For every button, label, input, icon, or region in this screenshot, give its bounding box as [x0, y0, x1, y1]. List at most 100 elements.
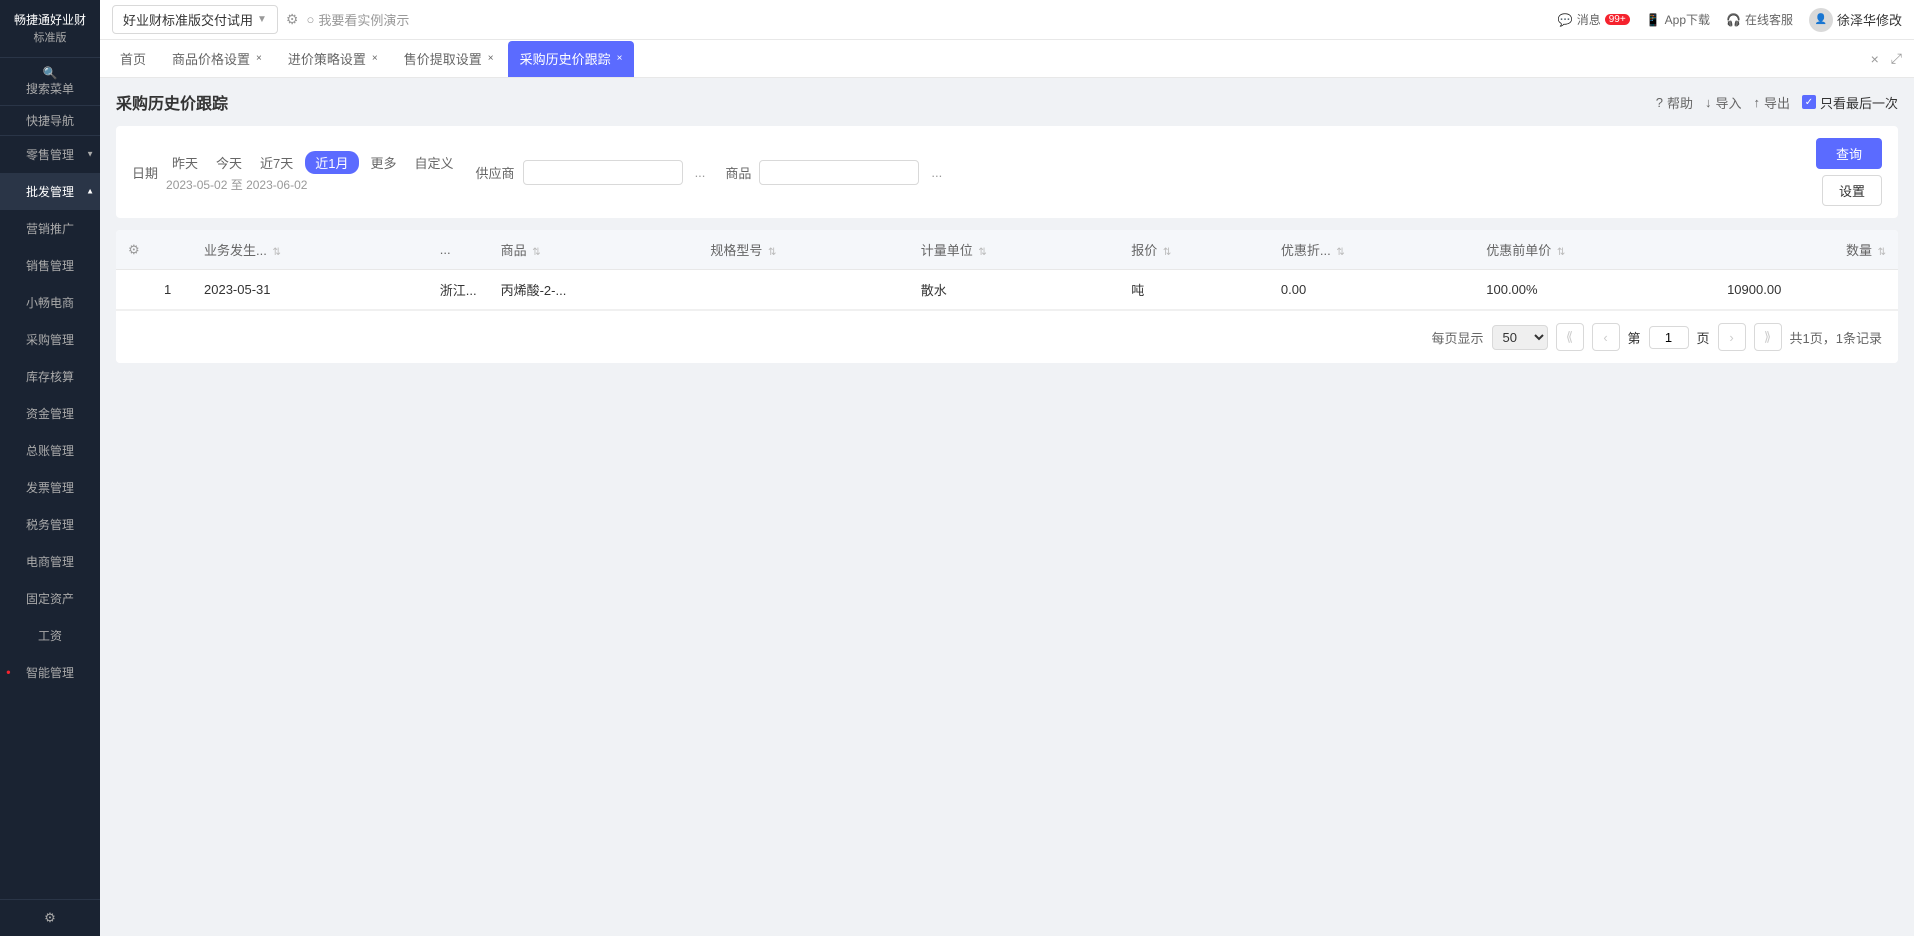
filter-settings-button[interactable]: 设置	[1822, 175, 1882, 206]
product-selector[interactable]: 好业财标准版交付试用 ▼	[112, 5, 278, 34]
sidebar-item-sales[interactable]: 销售管理	[0, 247, 100, 284]
first-page-btn[interactable]: ⟪	[1556, 323, 1584, 351]
product-name: 好业财标准版交付试用	[123, 10, 253, 29]
sidebar-item-purchase[interactable]: 采购管理	[0, 321, 100, 358]
app-name: 畅捷通好业财	[8, 12, 92, 29]
col-unit[interactable]: 计量单位 ⇅	[909, 230, 1119, 270]
date-option-last7[interactable]: 近7天	[254, 151, 299, 174]
supplier-input[interactable]	[523, 160, 683, 185]
expand-tab-btn[interactable]: ⤢	[1887, 48, 1906, 69]
close-sale-price-tab[interactable]: ×	[488, 53, 494, 64]
supplier-filter-item: 供应商 ...	[476, 160, 710, 185]
sidebar-item-marketing[interactable]: 营销推广	[0, 210, 100, 247]
sidebar-item-smart[interactable]: 智能管理	[0, 654, 100, 691]
sidebar-settings-icon[interactable]: ⚙	[0, 899, 100, 936]
page-number-input[interactable]	[1649, 326, 1689, 349]
date-option-last1month[interactable]: 近1月	[305, 151, 358, 174]
row-settings-cell	[116, 270, 152, 310]
col-quantity[interactable]: 数量 ⇅	[1715, 230, 1898, 270]
filter-actions: 查询 设置	[1816, 138, 1882, 206]
product-filter-item: 商品 ...	[725, 160, 946, 185]
app-logo: 畅捷通好业财 标准版	[0, 0, 100, 58]
tab-purchase-history[interactable]: 采购历史价跟踪 ×	[508, 41, 635, 77]
online-service-btn[interactable]: 🎧 在线客服	[1726, 11, 1793, 28]
demo-icon: ○	[306, 12, 314, 27]
tabs-actions: × ⤢	[1867, 48, 1906, 69]
sidebar-item-tax[interactable]: 税务管理	[0, 506, 100, 543]
col-business-date[interactable]: 业务发生... ⇅	[192, 230, 428, 270]
close-all-tabs-btn[interactable]: ×	[1867, 49, 1883, 69]
tab-purchase-strategy[interactable]: 进价策略设置 ×	[276, 41, 390, 77]
messages-btn[interactable]: 💬 消息 99+	[1558, 11, 1630, 28]
sidebar: 畅捷通好业财 标准版 🔍 搜索菜单 快捷导航 零售管理 批发管理 营销推广 销售…	[0, 0, 100, 936]
page-summary: 共1页，1条记录	[1790, 328, 1882, 347]
checkbox-checked-icon	[1802, 95, 1816, 109]
date-option-today[interactable]: 今天	[210, 151, 248, 174]
last-only-checkbox[interactable]: 只看最后一次	[1802, 93, 1898, 112]
last-page-btn[interactable]: ⟫	[1754, 323, 1782, 351]
product-dots[interactable]: ...	[927, 165, 946, 180]
col-settings-icon[interactable]: ⚙	[128, 242, 140, 257]
table-body: 1 2023-05-31 浙江... 丙烯酸-2-... 散水 吨 0.00 1…	[116, 270, 1898, 310]
col-pre-discount-price[interactable]: 优惠前单价 ⇅	[1474, 230, 1715, 270]
col-spec[interactable]: 规格型号 ⇅	[698, 230, 908, 270]
date-option-custom[interactable]: 自定义	[409, 151, 460, 174]
row-product-cell: 丙烯酸-2-...	[489, 270, 699, 310]
sidebar-item-quick-nav[interactable]: 快捷导航	[0, 106, 100, 136]
sidebar-item-fixed-assets[interactable]: 固定资产	[0, 580, 100, 617]
close-purchase-history-tab[interactable]: ×	[617, 53, 623, 64]
help-btn[interactable]: ? 帮助	[1656, 93, 1693, 112]
row-seq-cell: 1	[152, 270, 192, 310]
supplier-dots[interactable]: ...	[691, 165, 710, 180]
col-discount[interactable]: 优惠折... ⇅	[1269, 230, 1474, 270]
sidebar-item-search[interactable]: 🔍 搜索菜单	[0, 58, 100, 106]
page-label: 第	[1628, 328, 1641, 347]
row-pre-discount-price-cell: 10900.00	[1715, 270, 1898, 310]
page-unit: 页	[1697, 328, 1710, 347]
topbar-settings-icon[interactable]: ⚙	[286, 11, 299, 28]
app-download-btn[interactable]: 📱 App下载	[1646, 11, 1710, 28]
query-button[interactable]: 查询	[1816, 138, 1882, 169]
col-more[interactable]: ...	[428, 230, 489, 270]
pagination: 每页显示 50 20 100 ⟪ ‹ 第 页 › ⟫ 共1页，1条记录	[116, 310, 1898, 363]
next-page-btn[interactable]: ›	[1718, 323, 1746, 351]
product-input[interactable]	[759, 160, 919, 185]
row-supplier-cell: 浙江...	[428, 270, 489, 310]
close-price-settings-tab[interactable]: ×	[256, 53, 262, 64]
tab-price-settings[interactable]: 商品价格设置 ×	[160, 41, 274, 77]
sidebar-item-ecommerce[interactable]: 电商管理	[0, 543, 100, 580]
sort-icon-quantity: ⇅	[1878, 247, 1886, 258]
date-option-more[interactable]: 更多	[365, 151, 403, 174]
date-option-yesterday[interactable]: 昨天	[166, 151, 204, 174]
export-btn[interactable]: ↑ 导出	[1753, 93, 1790, 112]
sidebar-item-wholesale[interactable]: 批发管理	[0, 173, 100, 210]
row-date-cell: 2023-05-31	[192, 270, 428, 310]
table-header: ⚙ 业务发生... ⇅ ... 商品 ⇅	[116, 230, 1898, 270]
close-purchase-strategy-tab[interactable]: ×	[372, 53, 378, 64]
sort-icon-discount: ⇅	[1336, 247, 1344, 258]
col-seq	[152, 230, 192, 270]
col-price[interactable]: 报价 ⇅	[1119, 230, 1269, 270]
user-menu[interactable]: 👤 徐泽华修改	[1809, 8, 1902, 32]
sidebar-item-retail[interactable]: 零售管理	[0, 136, 100, 173]
sidebar-item-general-ledger[interactable]: 总账管理	[0, 432, 100, 469]
col-settings: ⚙	[116, 230, 152, 270]
app-edition: 标准版	[8, 29, 92, 45]
topbar-left: 好业财标准版交付试用 ▼ ⚙ ○ 我要看实例演示	[112, 5, 1558, 34]
tabs-bar: 首页 商品价格设置 × 进价策略设置 × 售价提取设置 × 采购历史价跟踪 × …	[100, 40, 1914, 78]
tab-home[interactable]: 首页	[108, 41, 158, 77]
import-btn[interactable]: ↓ 导入	[1705, 93, 1742, 112]
sidebar-item-finance[interactable]: 资金管理	[0, 395, 100, 432]
page-size-select[interactable]: 50 20 100	[1492, 325, 1548, 350]
sidebar-item-invoice[interactable]: 发票管理	[0, 469, 100, 506]
sidebar-item-payroll[interactable]: 工资	[0, 617, 100, 654]
prev-page-btn[interactable]: ‹	[1592, 323, 1620, 351]
filter-bar: 日期 昨天 今天 近7天 近1月 更多 自定义 2023-05-02 至 202…	[116, 126, 1898, 218]
sidebar-item-ecommerce-small[interactable]: 小畅电商	[0, 284, 100, 321]
tab-sale-price[interactable]: 售价提取设置 ×	[392, 41, 506, 77]
col-product[interactable]: 商品 ⇅	[489, 230, 699, 270]
sidebar-item-inventory[interactable]: 库存核算	[0, 358, 100, 395]
sort-icon-pre-discount: ⇅	[1557, 247, 1565, 258]
supplier-label: 供应商	[476, 163, 515, 182]
demo-link[interactable]: ○ 我要看实例演示	[306, 10, 409, 29]
